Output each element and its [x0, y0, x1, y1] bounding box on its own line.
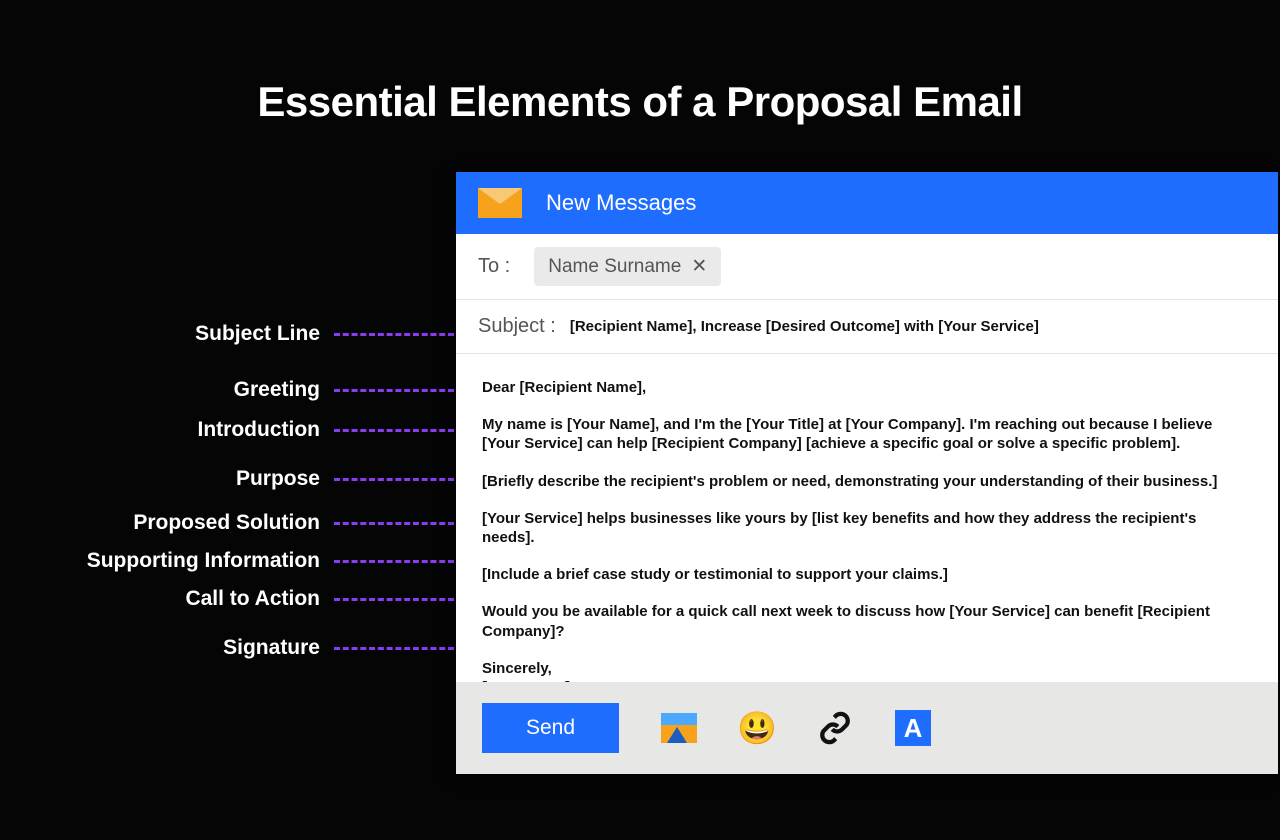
insert-link-button[interactable]	[817, 710, 853, 746]
subject-input[interactable]: [Recipient Name], Increase [Desired Outc…	[570, 318, 1039, 335]
email-header-title: New Messages	[546, 190, 696, 216]
recipient-name: Name Surname	[548, 256, 681, 278]
image-icon	[661, 713, 697, 743]
page-title: Essential Elements of a Proposal Email	[0, 0, 1280, 126]
label-proposed-solution: Proposed Solution	[0, 511, 320, 535]
remove-recipient-icon[interactable]: ✕	[691, 255, 707, 278]
insert-emoji-button[interactable]: 😃	[739, 710, 775, 746]
email-compose-window: New Messages To : Name Surname ✕ Subject…	[456, 172, 1278, 774]
label-greeting: Greeting	[0, 378, 320, 402]
email-header-bar: New Messages	[456, 172, 1278, 234]
connector-line	[334, 478, 454, 481]
label-signature: Signature	[0, 636, 320, 660]
recipient-chip[interactable]: Name Surname ✕	[534, 247, 721, 286]
body-greeting: Dear [Recipient Name],	[482, 378, 1252, 397]
connector-line	[334, 429, 454, 432]
connector-line	[334, 647, 454, 650]
connector-line	[334, 333, 454, 336]
body-purpose: [Briefly describe the recipient's proble…	[482, 472, 1252, 491]
subject-row: Subject : [Recipient Name], Increase [De…	[456, 300, 1278, 354]
email-toolbar: Send 😃 A	[456, 682, 1278, 774]
emoji-icon: 😃	[737, 709, 777, 747]
connector-line	[334, 389, 454, 392]
insert-image-button[interactable]	[661, 710, 697, 746]
connector-line	[334, 560, 454, 563]
body-support: [Include a brief case study or testimoni…	[482, 565, 1252, 584]
body-signoff: Sincerely,	[482, 659, 1252, 678]
connector-line	[334, 598, 454, 601]
label-purpose: Purpose	[0, 467, 320, 491]
email-body[interactable]: Dear [Recipient Name], My name is [Your …	[456, 354, 1278, 707]
envelope-icon	[478, 188, 522, 218]
link-icon	[818, 711, 852, 745]
label-supporting-info: Supporting Information	[0, 549, 320, 573]
text-format-button[interactable]: A	[895, 710, 931, 746]
label-subject-line: Subject Line	[0, 322, 320, 346]
send-button[interactable]: Send	[482, 703, 619, 753]
label-introduction: Introduction	[0, 418, 320, 442]
subject-label: Subject :	[478, 315, 556, 338]
body-introduction: My name is [Your Name], and I'm the [You…	[482, 415, 1252, 453]
connector-line	[334, 522, 454, 525]
body-solution: [Your Service] helps businesses like you…	[482, 509, 1252, 547]
body-cta: Would you be available for a quick call …	[482, 602, 1252, 640]
label-call-to-action: Call to Action	[0, 587, 320, 611]
text-format-icon: A	[895, 710, 931, 746]
to-row: To : Name Surname ✕	[456, 234, 1278, 300]
to-label: To :	[478, 255, 510, 278]
